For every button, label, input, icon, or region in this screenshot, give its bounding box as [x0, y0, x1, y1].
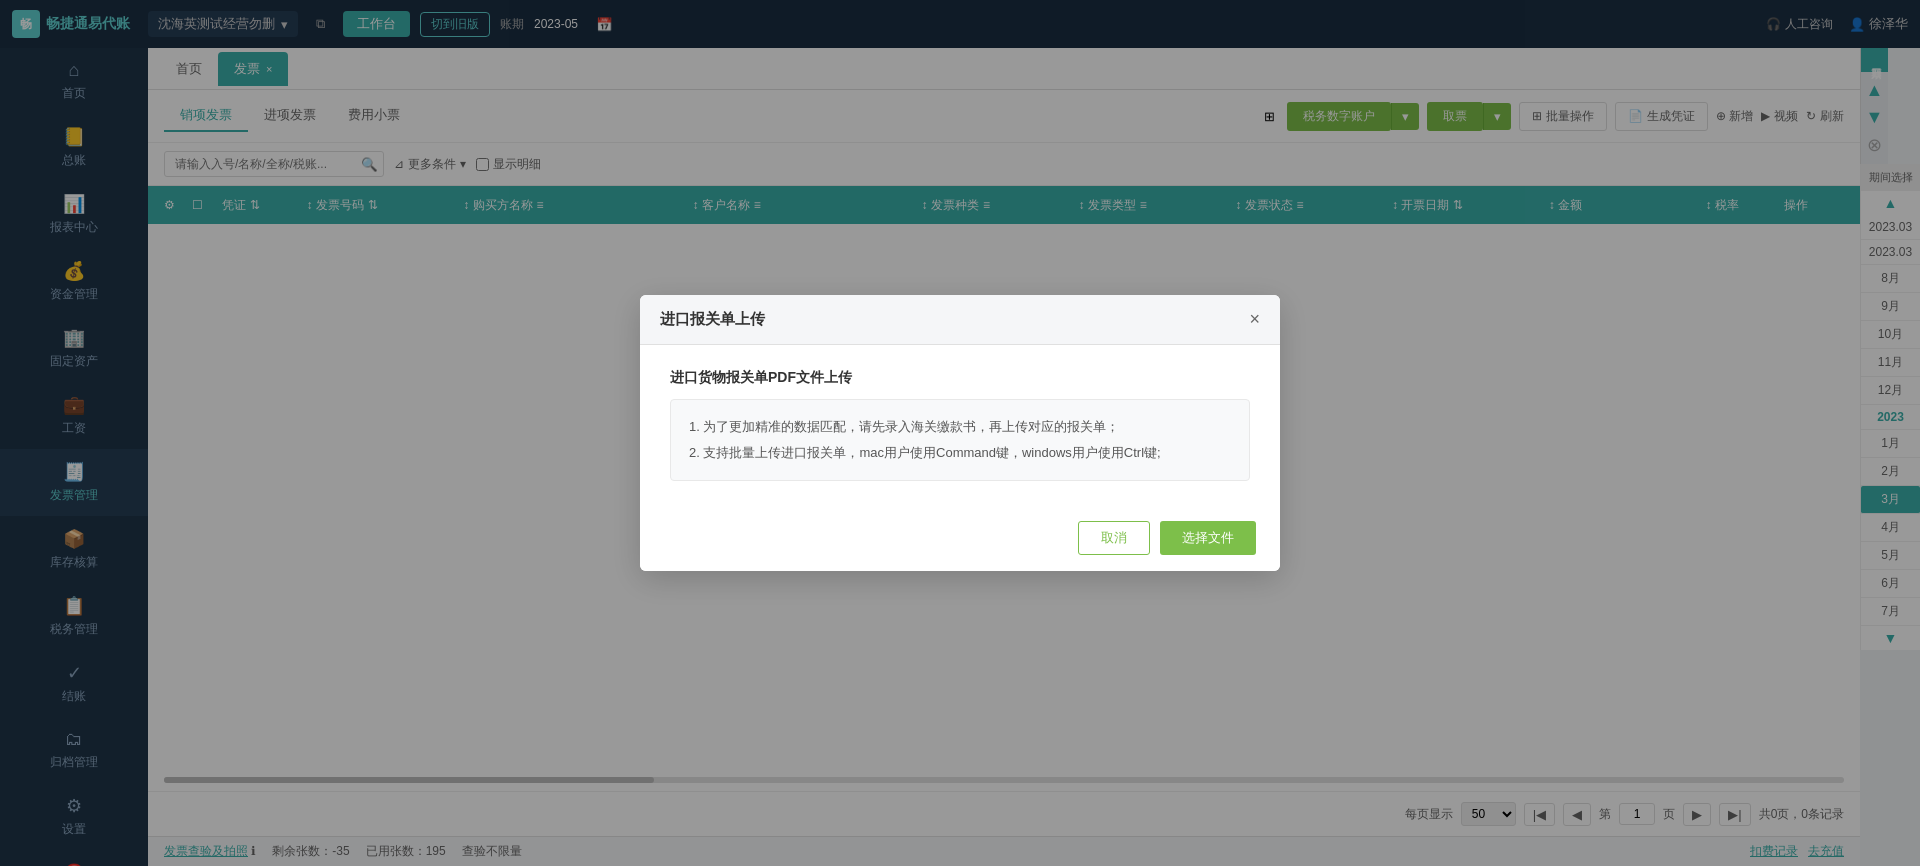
modal-info-box: 1. 为了更加精准的数据匹配，请先录入海关缴款书，再上传对应的报关单； 2. 支…: [670, 399, 1250, 481]
modal-body: 进口货物报关单PDF文件上传 1. 为了更加精准的数据匹配，请先录入海关缴款书，…: [640, 345, 1280, 505]
modal-info-item-1: 1. 为了更加精准的数据匹配，请先录入海关缴款书，再上传对应的报关单；: [689, 414, 1231, 440]
modal-title: 进口报关单上传: [660, 310, 765, 329]
import-modal: 进口报关单上传 × 进口货物报关单PDF文件上传 1. 为了更加精准的数据匹配，…: [640, 295, 1280, 571]
modal-info-list: 1. 为了更加精准的数据匹配，请先录入海关缴款书，再上传对应的报关单； 2. 支…: [689, 414, 1231, 466]
modal-close-button[interactable]: ×: [1249, 309, 1260, 330]
modal-footer: 取消 选择文件: [640, 505, 1280, 571]
modal-info-item-2: 2. 支持批量上传进口报关单，mac用户使用Command键，windows用户…: [689, 440, 1231, 466]
select-file-button[interactable]: 选择文件: [1160, 521, 1256, 555]
modal-header: 进口报关单上传 ×: [640, 295, 1280, 345]
cancel-button[interactable]: 取消: [1078, 521, 1150, 555]
modal-section-title: 进口货物报关单PDF文件上传: [670, 369, 1250, 387]
modal-overlay: 进口报关单上传 × 进口货物报关单PDF文件上传 1. 为了更加精准的数据匹配，…: [0, 0, 1920, 866]
